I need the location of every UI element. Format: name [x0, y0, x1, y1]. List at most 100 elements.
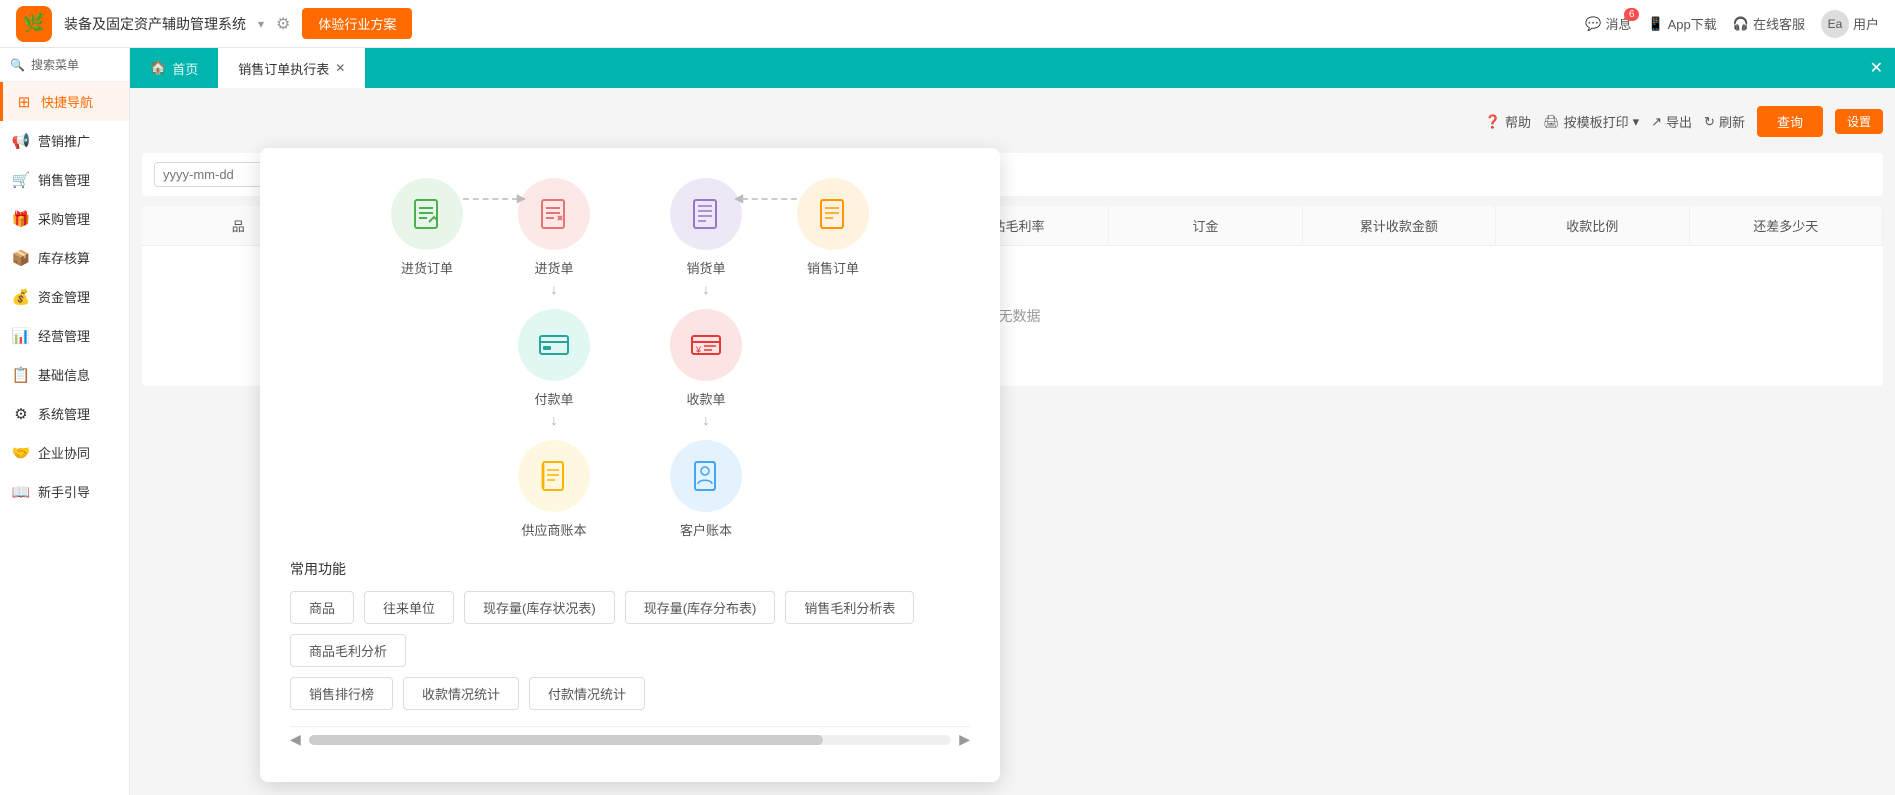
content-area: 🏠 首页 销售订单执行表 ✕ ✕ ❓ 帮助 🖨: [130, 48, 1895, 795]
quick-nav-icon: ⊞: [15, 93, 33, 111]
sidebar-item-finance[interactable]: 💰 资金管理: [0, 277, 129, 316]
sidebar-item-basic-info[interactable]: 📋 基础信息: [0, 355, 129, 394]
func-btn-sales-margin[interactable]: 销售毛利分析表: [785, 591, 914, 624]
avatar-circle: Ea: [1821, 10, 1849, 38]
scroll-thumb: [309, 735, 823, 745]
svg-text:¥: ¥: [695, 345, 702, 355]
tab-bar: 🏠 首页 销售订单执行表 ✕ ✕: [130, 48, 1895, 88]
flow-node-sales-bill[interactable]: 销货单: [670, 178, 742, 277]
flow-node-receipt-bill[interactable]: ¥ 收款单: [670, 309, 742, 408]
sidebar-item-sales[interactable]: 🛒 销售管理: [0, 160, 129, 199]
trial-btn[interactable]: 体验行业方案: [302, 8, 412, 39]
main-area: 🔍 搜索菜单 ⊞ 快捷导航 📢 营销推广 🛒 销售管理 🎁 采: [0, 48, 1895, 795]
func-btn-product-margin[interactable]: 商品毛利分析: [290, 634, 406, 667]
purchase-icon: 🎁: [12, 210, 30, 228]
sidebar-item-label: 基础信息: [38, 365, 90, 384]
sidebar-item-label: 资金管理: [38, 287, 90, 306]
sidebar-item-inventory[interactable]: 📦 库存核算: [0, 238, 129, 277]
sidebar-item-label: 库存核算: [38, 248, 90, 267]
message-notification[interactable]: 💬 消息 6: [1585, 14, 1631, 33]
payment-bill-label: 付款单: [534, 389, 573, 408]
func-btn-sales-rank[interactable]: 销售排行榜: [290, 677, 393, 710]
supplier-ledger-label: 供应商账本: [521, 520, 586, 539]
sidebar-item-label: 新手引导: [38, 482, 90, 501]
sidebar-item-purchase[interactable]: 🎁 采购管理: [0, 199, 129, 238]
flow-col-3: 销货单 ↓ ¥: [670, 178, 742, 539]
scrollbar-row: ◀ ▶: [290, 726, 970, 752]
page-content: ❓ 帮助 🖨 按模板打印 ▾ ↗ 导出 ↻ 刷新: [130, 88, 1895, 795]
settings-icon[interactable]: ⚙: [276, 14, 290, 34]
system-icon: ⚙: [12, 405, 30, 423]
tab-close-icon[interactable]: ✕: [335, 61, 345, 75]
sales-order-circle: [797, 178, 869, 250]
sidebar-item-newbie[interactable]: 📖 新手引导: [0, 472, 129, 511]
func-btn-payment-stats[interactable]: 付款情况统计: [529, 677, 645, 710]
newbie-icon: 📖: [12, 483, 30, 501]
phone-icon: 📱: [1647, 16, 1663, 32]
sidebar-item-label: 企业协同: [38, 443, 90, 462]
flow-node-supplier-ledger[interactable]: 供应商账本: [518, 440, 590, 539]
close-all-tabs-btn[interactable]: ✕: [1870, 58, 1883, 78]
enterprise-icon: 🤝: [12, 444, 30, 462]
sidebar-item-quick-nav[interactable]: ⊞ 快捷导航: [0, 82, 129, 121]
sidebar-item-system[interactable]: ⚙ 系统管理: [0, 394, 129, 433]
app-container: 🌿 装备及固定资产辅助管理系统 ▾ ⚙ 体验行业方案 💬 消息 6 📱 App下…: [0, 0, 1895, 795]
sidebar-item-label: 销售管理: [38, 170, 90, 189]
customer-ledger-label: 客户账本: [680, 520, 732, 539]
flow-node-sales-order[interactable]: 销售订单: [797, 178, 869, 277]
tab-sales-orders[interactable]: 销售订单执行表 ✕: [218, 48, 365, 88]
func-btn-stock-status[interactable]: 现存量(库存状况表): [464, 591, 615, 624]
v-arrow-3: ↓: [703, 281, 710, 297]
inventory-icon: 📦: [12, 249, 30, 267]
arrow-1-2: ▶: [463, 178, 518, 230]
payment-bill-circle: [518, 309, 590, 381]
common-functions: 常用功能 商品 往来单位 现存量(库存状况表) 现存量(库存分布表) 销售毛利分…: [290, 559, 970, 710]
sidebar-item-operations[interactable]: 📊 经营管理: [0, 316, 129, 355]
top-bar: 🌿 装备及固定资产辅助管理系统 ▾ ⚙ 体验行业方案 💬 消息 6 📱 App下…: [0, 0, 1895, 48]
func-buttons-row2: 销售排行榜 收款情况统计 付款情况统计: [290, 677, 970, 710]
popup-overlay: 进货订单 ▶: [130, 88, 1895, 795]
operations-icon: 📊: [12, 327, 30, 345]
system-title: 装备及固定资产辅助管理系统: [64, 14, 246, 34]
func-btn-stock-dist[interactable]: 现存量(库存分布表): [625, 591, 776, 624]
app-download-label: App下载: [1668, 14, 1717, 33]
purchase-order-circle: [391, 178, 463, 250]
sidebar-item-marketing[interactable]: 📢 营销推广: [0, 121, 129, 160]
flow-diagram: 进货订单 ▶: [290, 178, 970, 539]
func-btn-contacts[interactable]: 往来单位: [364, 591, 454, 624]
flow-node-customer-ledger[interactable]: 客户账本: [670, 440, 742, 539]
scroll-left-btn[interactable]: ◀: [290, 731, 301, 748]
dropdown-arrow-icon[interactable]: ▾: [258, 17, 264, 31]
flow-node-payment-bill[interactable]: 付款单: [518, 309, 590, 408]
flow-col-1: 进货订单: [391, 178, 463, 277]
message-badge: 6: [1624, 8, 1640, 21]
supplier-ledger-circle: [518, 440, 590, 512]
scroll-right-btn[interactable]: ▶: [959, 731, 970, 748]
v-arrow-2: ↓: [551, 281, 558, 297]
sidebar-search[interactable]: 🔍 搜索菜单: [0, 48, 129, 82]
sidebar-item-label: 营销推广: [38, 131, 90, 150]
purchase-bill-circle: [518, 178, 590, 250]
sales-icon: 🛒: [12, 171, 30, 189]
tab-home[interactable]: 🏠 首页: [130, 48, 218, 88]
flow-node-purchase-order[interactable]: 进货订单: [391, 178, 463, 277]
popup-container: 进货订单 ▶: [260, 148, 1000, 782]
arrow-4-3: ◀: [742, 178, 797, 230]
tab-sales-orders-label: 销售订单执行表: [238, 59, 329, 78]
user-avatar[interactable]: Ea 用户: [1821, 10, 1879, 38]
flow-node-purchase-bill[interactable]: 进货单: [518, 178, 590, 277]
func-btn-product[interactable]: 商品: [290, 591, 354, 624]
sidebar-item-label: 快捷导航: [41, 92, 93, 111]
v-arrow-pay: ↓: [551, 412, 558, 428]
sales-bill-label: 销货单: [686, 258, 725, 277]
receipt-bill-label: 收款单: [686, 389, 725, 408]
online-service-btn[interactable]: 🎧 在线客服: [1733, 14, 1805, 33]
search-label: 搜索菜单: [31, 56, 79, 73]
logo-icon: 🌿: [16, 6, 52, 42]
sidebar-item-label: 经营管理: [38, 326, 90, 345]
headset-icon: 🎧: [1733, 16, 1749, 32]
scroll-track[interactable]: [309, 735, 951, 745]
sidebar-item-enterprise[interactable]: 🤝 企业协同: [0, 433, 129, 472]
app-download-btn[interactable]: 📱 App下载: [1647, 14, 1716, 33]
func-btn-receipt-stats[interactable]: 收款情况统计: [403, 677, 519, 710]
